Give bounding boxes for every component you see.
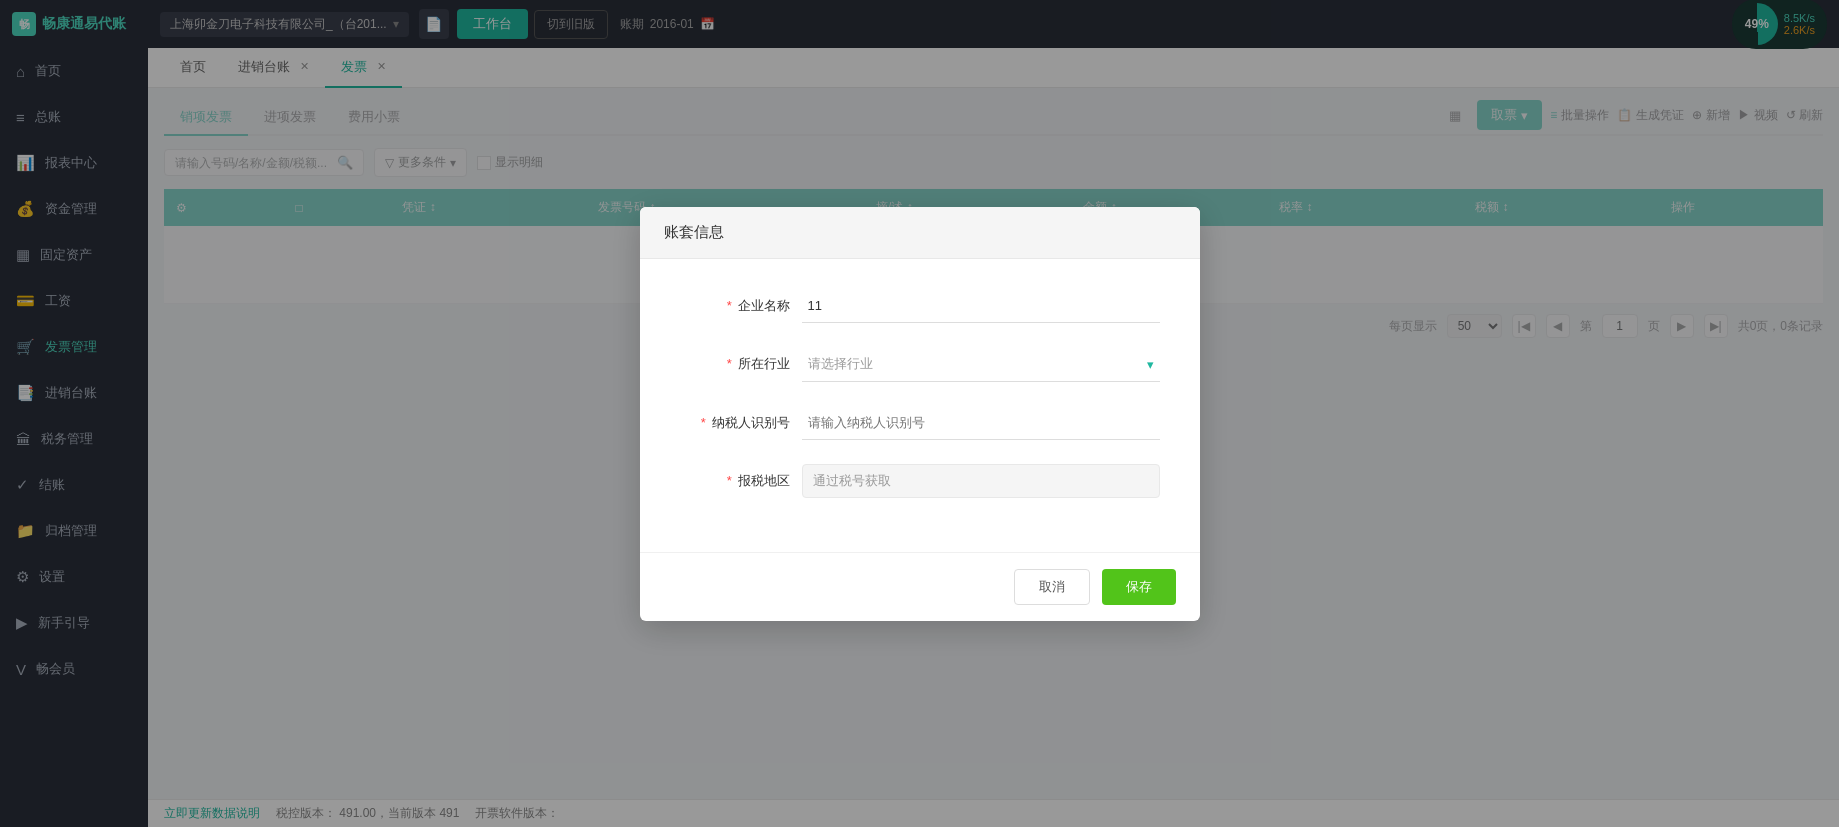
tax-region-placeholder: 通过税号获取 — [813, 472, 891, 490]
tax-region-display: 通过税号获取 — [802, 464, 1160, 498]
modal-body: * 企业名称 * 所在行业 请选择行业 ▾ — [640, 259, 1200, 552]
industry-select[interactable]: 请选择行业 — [802, 347, 1160, 381]
account-info-modal: 账套信息 * 企业名称 * 所在行业 请选择行业 — [640, 207, 1200, 621]
cancel-button[interactable]: 取消 — [1014, 569, 1090, 605]
tax-id-input[interactable] — [802, 406, 1160, 440]
tax-region-label: * 报税地区 — [680, 472, 790, 490]
modal-footer: 取消 保存 — [640, 552, 1200, 621]
company-name-input[interactable] — [802, 289, 1160, 323]
modal-overlay: 账套信息 * 企业名称 * 所在行业 请选择行业 — [0, 0, 1839, 827]
industry-required: * — [727, 356, 732, 371]
tax-id-label: * 纳税人识别号 — [680, 414, 790, 432]
company-name-required: * — [727, 298, 732, 313]
modal-title: 账套信息 — [664, 223, 724, 240]
tax-region-required: * — [727, 473, 732, 488]
industry-label: * 所在行业 — [680, 355, 790, 373]
industry-select-wrap: 请选择行业 ▾ — [802, 347, 1160, 382]
form-row-industry: * 所在行业 请选择行业 ▾ — [680, 347, 1160, 382]
save-button[interactable]: 保存 — [1102, 569, 1176, 605]
form-row-tax-id: * 纳税人识别号 — [680, 406, 1160, 440]
tax-id-required: * — [701, 415, 706, 430]
company-name-label: * 企业名称 — [680, 297, 790, 315]
modal-header: 账套信息 — [640, 207, 1200, 259]
form-row-tax-region: * 报税地区 通过税号获取 — [680, 464, 1160, 498]
form-row-company-name: * 企业名称 — [680, 289, 1160, 323]
